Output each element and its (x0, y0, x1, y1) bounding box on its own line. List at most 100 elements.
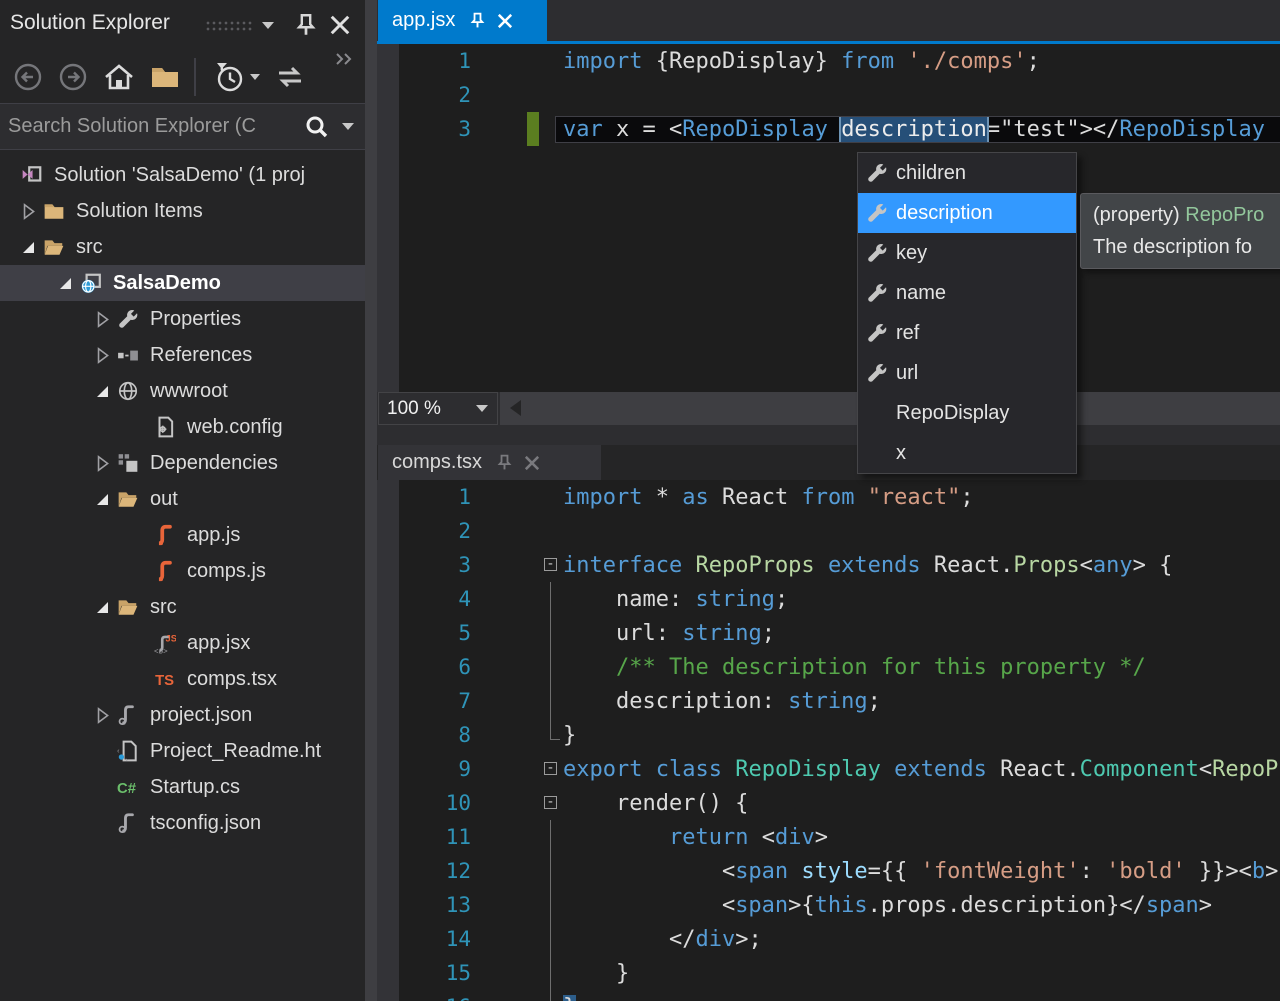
tree-item-project-readme-ht[interactable]: ‹›Project_Readme.ht (0, 733, 365, 769)
pending-changes-filter-icon[interactable] (209, 59, 260, 95)
fold-guide-line (539, 854, 563, 888)
code-line-7[interactable]: 7 description: string; (377, 684, 1280, 718)
code-line-3[interactable]: 3-interface RepoProps extends React.Prop… (377, 548, 1280, 582)
tab-close-icon[interactable] (523, 454, 541, 472)
tab-pin-icon[interactable] (496, 453, 513, 472)
tree-item-comps-js[interactable]: comps.js (0, 553, 365, 589)
code-line-2[interactable]: 2 (377, 78, 1280, 112)
fold-collapse-box-icon[interactable]: - (539, 786, 563, 820)
window-position-chevron-icon[interactable] (262, 22, 274, 29)
back-icon[interactable] (12, 61, 44, 93)
tree-item-label: comps.js (187, 560, 266, 583)
tree-item-startup-cs[interactable]: C#Startup.cs (0, 769, 365, 805)
home-icon[interactable] (102, 61, 136, 93)
code-line-4[interactable]: 4 name: string; (377, 582, 1280, 616)
collapsed-arrow-icon[interactable] (16, 202, 40, 220)
code-line-5[interactable]: 5 url: string; (377, 616, 1280, 650)
tree-item-salsademo[interactable]: SalsaDemo (0, 265, 365, 301)
line-number: 1 (377, 49, 487, 73)
tab-close-icon[interactable] (496, 12, 514, 30)
code-line-12[interactable]: 12 <span style={{ 'fontWeight': 'bold' }… (377, 854, 1280, 888)
completion-item-ref[interactable]: ref (858, 313, 1076, 353)
completion-item-children[interactable]: children (858, 153, 1076, 193)
code-line-15[interactable]: 15 } (377, 956, 1280, 990)
completion-item-description[interactable]: description (858, 193, 1076, 233)
completion-item-url[interactable]: url (858, 353, 1076, 393)
code-line-1[interactable]: 1import {RepoDisplay} from './comps'; (377, 44, 1280, 78)
completion-item-label: name (896, 282, 946, 305)
code-text: var x = <RepoDisplay description="test">… (556, 117, 1280, 142)
zoom-level-combo[interactable]: 100 % (378, 392, 498, 425)
toolbar-overflow-icon[interactable] (333, 52, 355, 66)
code-line-11[interactable]: 11 return <div> (377, 820, 1280, 854)
code-line-6[interactable]: 6 /** The description for this property … (377, 650, 1280, 684)
ts-icon: TS (151, 668, 179, 690)
code-line-8[interactable]: 8} (377, 718, 1280, 752)
collapsed-arrow-icon[interactable] (90, 706, 114, 724)
tree-item-dependencies[interactable]: Dependencies (0, 445, 365, 481)
scroll-left-arrow-icon[interactable] (510, 400, 521, 416)
search-options-chevron-icon[interactable] (342, 123, 354, 130)
filter-dropdown-chevron-icon[interactable] (250, 74, 260, 80)
solution-explorer-scrollbar[interactable] (365, 0, 377, 1001)
code-line-16[interactable]: 16} (377, 990, 1280, 1001)
tree-item-app-jsx[interactable]: JS<ø>app.jsx (0, 625, 365, 661)
code-text: return <div> (563, 825, 1280, 850)
search-icon[interactable] (303, 113, 331, 141)
tree-item-label: SalsaDemo (113, 272, 221, 295)
collapsed-arrow-icon[interactable] (90, 310, 114, 328)
tree-item-out[interactable]: out (0, 481, 365, 517)
tree-item-properties[interactable]: Properties (0, 301, 365, 337)
pin-icon[interactable] (294, 12, 318, 38)
tab-app-jsx[interactable]: app.jsx (378, 0, 547, 41)
code-line-10[interactable]: 10- render() { (377, 786, 1280, 820)
fold-collapse-box-icon[interactable]: - (539, 752, 563, 786)
completion-item-x[interactable]: x (858, 433, 1076, 473)
arrow-spacer (90, 814, 114, 832)
tree-item-tsconfig-json[interactable]: tsconfig.json (0, 805, 365, 841)
code-line-3[interactable]: 3var x = <RepoDisplay description="test"… (377, 112, 1280, 146)
collapsed-arrow-icon[interactable] (90, 346, 114, 364)
code-editor-comps-tsx[interactable]: 1import * as React from "react";23-inter… (377, 480, 1280, 1001)
forward-icon[interactable] (57, 61, 89, 93)
expanded-arrow-icon[interactable] (90, 382, 114, 400)
collapsed-arrow-icon[interactable] (90, 454, 114, 472)
tree-item-references[interactable]: References (0, 337, 365, 373)
completion-item-key[interactable]: key (858, 233, 1076, 273)
tree-item-solution-items[interactable]: Solution Items (0, 193, 365, 229)
completion-item-repodisplay[interactable]: RepoDisplay (858, 393, 1076, 433)
expanded-arrow-icon[interactable] (16, 238, 40, 256)
tree-item-label: app.js (187, 524, 240, 547)
expanded-arrow-icon[interactable] (53, 274, 77, 292)
fold-collapse-box-icon[interactable]: - (539, 548, 563, 582)
tree-item-wwwroot[interactable]: wwwroot (0, 373, 365, 409)
tab-pin-icon[interactable] (469, 11, 486, 30)
code-line-14[interactable]: 14 </div>; (377, 922, 1280, 956)
tab-comps-tsx[interactable]: comps.tsx (378, 445, 601, 480)
fold-guide-corner (539, 718, 563, 752)
drag-grip[interactable] (205, 20, 253, 31)
expanded-arrow-icon[interactable] (90, 490, 114, 508)
expanded-arrow-icon[interactable] (90, 598, 114, 616)
tree-item-web-config[interactable]: web.config (0, 409, 365, 445)
change-tracking-bar (527, 112, 539, 146)
collapse-all-folder-icon[interactable] (149, 63, 181, 91)
code-line-1[interactable]: 1import * as React from "react"; (377, 480, 1280, 514)
search-input[interactable] (0, 114, 303, 139)
editor-splitter[interactable] (377, 425, 1280, 445)
html-icon: ‹› (114, 740, 142, 762)
code-line-2[interactable]: 2 (377, 514, 1280, 548)
tree-item-app-js[interactable]: app.js (0, 517, 365, 553)
code-line-13[interactable]: 13 <span>{this.props.description}</span> (377, 888, 1280, 922)
tree-item-src[interactable]: src (0, 589, 365, 625)
completion-item-name[interactable]: name (858, 273, 1076, 313)
tree-item-comps-tsx[interactable]: TScomps.tsx (0, 661, 365, 697)
close-icon[interactable] (328, 13, 352, 37)
tree-item-solution-salsademo-1-proj[interactable]: Solution 'SalsaDemo' (1 proj (0, 157, 365, 193)
sync-with-active-document-icon[interactable] (273, 62, 307, 92)
tree-item-src[interactable]: src (0, 229, 365, 265)
tree-item-project-json[interactable]: project.json (0, 697, 365, 733)
web-project-icon (77, 272, 105, 294)
change-tracking-spacer (527, 956, 539, 990)
code-line-9[interactable]: 9-export class RepoDisplay extends React… (377, 752, 1280, 786)
